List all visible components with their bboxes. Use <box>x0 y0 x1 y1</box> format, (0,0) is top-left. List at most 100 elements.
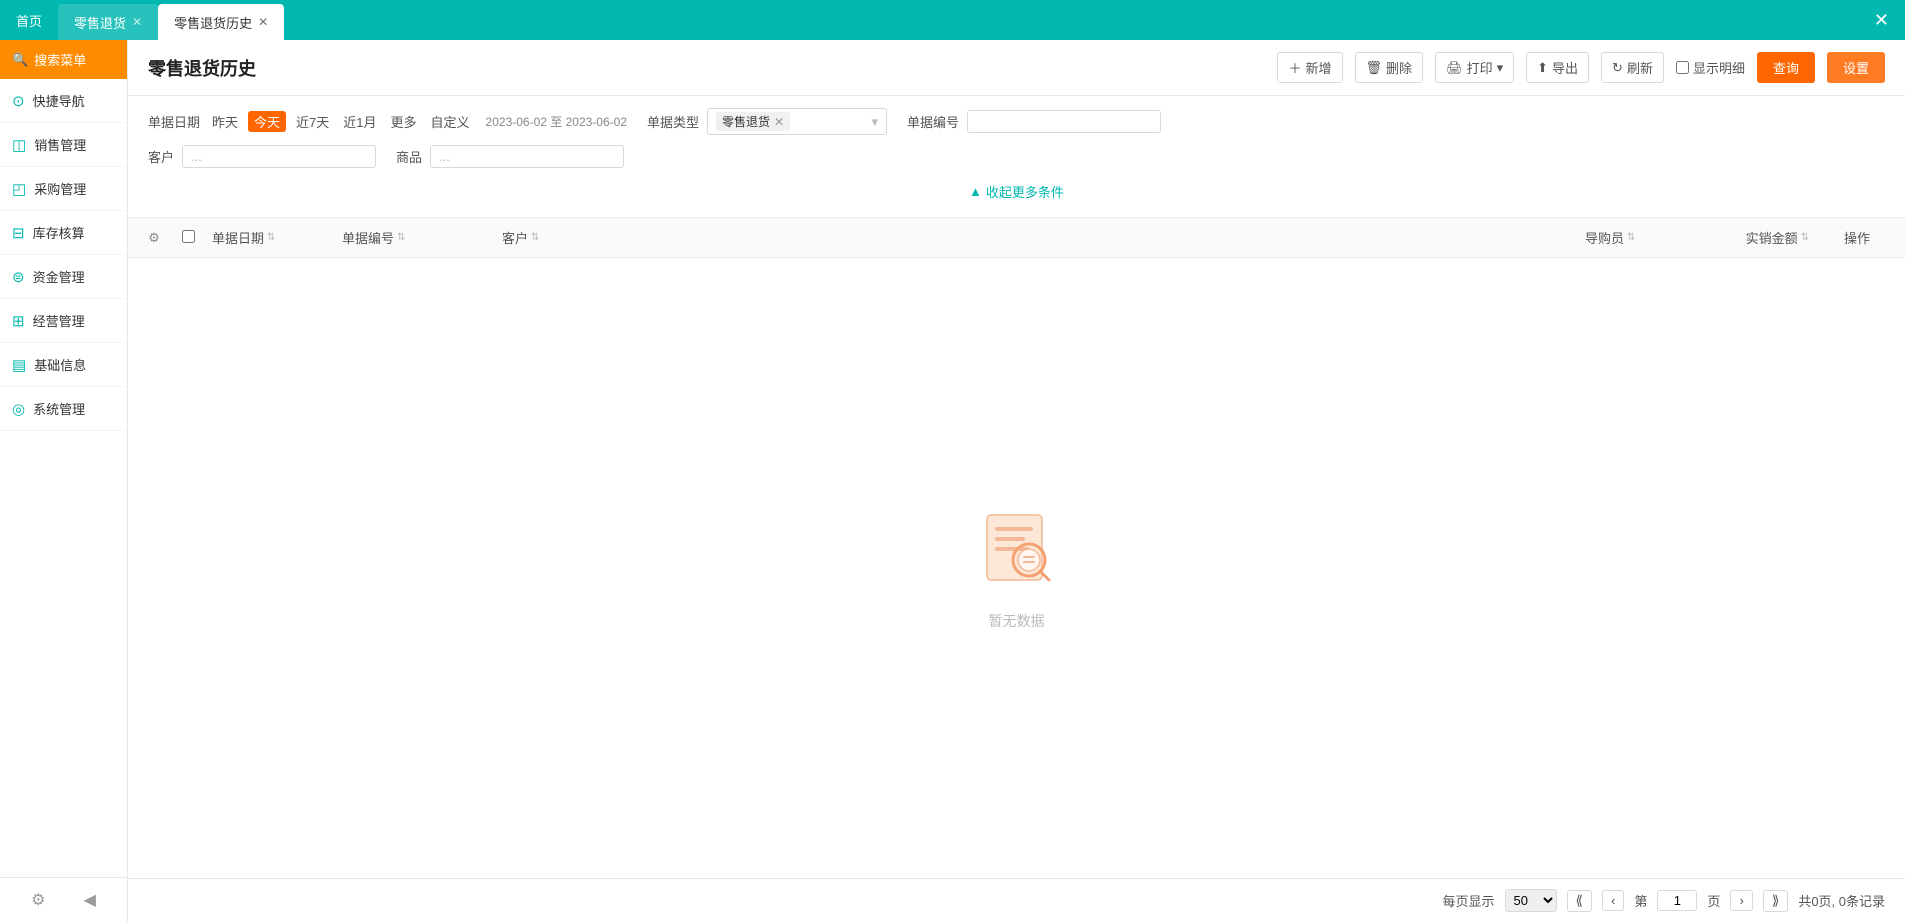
delete-icon: 🗑 <box>1366 60 1383 76</box>
print-label: 打印 <box>1467 58 1493 77</box>
display-detail-label: 显示明细 <box>1693 58 1745 77</box>
sidebar-bottom: ⚙ ◀ <box>0 877 127 922</box>
tab-retail-return-close[interactable]: ✕ <box>132 15 142 29</box>
quick-nav-icon: ⊙ <box>12 92 25 110</box>
sidebar-item-finance[interactable]: ⊜ 资金管理 <box>0 255 127 299</box>
collapse-button[interactable]: ▲ 收起更多条件 <box>969 178 1064 205</box>
export-icon: ⬆ <box>1537 60 1548 76</box>
export-button[interactable]: ⬆ 导出 <box>1526 52 1589 83</box>
sidebar-item-inventory[interactable]: ⊟ 库存核算 <box>0 211 127 255</box>
date-opt-yesterday[interactable]: 昨天 <box>208 111 242 132</box>
refresh-label: 刷新 <box>1627 58 1653 77</box>
filter-area: 单据日期 昨天 今天 近7天 近1月 更多 自定义 2023-06-02 至 2… <box>128 96 1905 218</box>
tab-home-label: 首页 <box>16 11 42 30</box>
sidebar-item-system[interactable]: ◎ 系统管理 <box>0 387 127 431</box>
date-opt-more[interactable]: 更多 <box>387 111 421 132</box>
table-settings-icon[interactable]: ⚙ <box>136 230 172 246</box>
system-icon: ◎ <box>12 400 25 418</box>
goods-label: 商品 <box>396 147 422 166</box>
prev-page-button[interactable]: ‹ <box>1602 890 1624 911</box>
tab-retail-return-history[interactable]: 零售退货历史 ✕ <box>158 4 284 40</box>
th-bill-no-label: 单据编号 <box>342 228 394 247</box>
tab-retail-return[interactable]: 零售退货 ✕ <box>58 4 158 40</box>
table-header: ⚙ 单据日期 ⇅ 单据编号 ⇅ 客户 ⇅ 导购员 ⇅ <box>128 218 1905 258</box>
th-guide-label: 导购员 <box>1585 228 1624 247</box>
refresh-button[interactable]: ↻ 刷新 <box>1601 52 1664 83</box>
date-options: 昨天 今天 近7天 近1月 更多 自定义 <box>208 111 474 132</box>
operation-icon: ⊞ <box>12 312 25 330</box>
sidebar: 🔍 搜索菜单 ⊙ 快捷导航 ◫ 销售管理 ◰ 采购管理 ⊟ 库存核算 ⊜ 资金管… <box>0 40 128 922</box>
th-bill-date[interactable]: 单据日期 ⇅ <box>204 228 334 247</box>
th-amount[interactable]: 实销金额 ⇅ <box>1697 228 1817 247</box>
new-label: 新增 <box>1306 58 1332 77</box>
th-bill-no[interactable]: 单据编号 ⇅ <box>334 228 494 247</box>
table-select-all[interactable] <box>172 230 204 246</box>
bill-no-input[interactable] <box>967 110 1161 133</box>
th-bill-date-label: 单据日期 <box>212 228 264 247</box>
sidebar-item-quick-nav[interactable]: ⊙ 快捷导航 <box>0 79 127 123</box>
sidebar-item-operation[interactable]: ⊞ 经营管理 <box>0 299 127 343</box>
date-opt-1month[interactable]: 近1月 <box>339 111 380 132</box>
sidebar-search-label: 搜索菜单 <box>34 50 86 69</box>
th-action-label: 操作 <box>1844 228 1870 247</box>
page-header: 零售退货历史 ＋ 新增 🗑 删除 🖨 打印 ▾ ⬆ 导出 <box>128 40 1905 96</box>
select-all-checkbox[interactable] <box>182 230 195 243</box>
query-button[interactable]: 查询 <box>1757 52 1815 83</box>
basic-info-icon: ▤ <box>12 356 26 374</box>
customer-input[interactable] <box>182 145 376 168</box>
setting-button[interactable]: 设置 <box>1827 52 1885 83</box>
th-amount-sort: ⇅ <box>1801 232 1809 243</box>
settings-icon[interactable]: ⚙ <box>31 890 45 910</box>
bill-no-label: 单据编号 <box>907 112 959 131</box>
pagination-bar: 每页显示 10 20 50 100 ⟪ ‹ 第 页 › ⟫ 共0页, 0条记录 <box>128 878 1905 922</box>
sidebar-item-purchase[interactable]: ◰ 采购管理 <box>0 167 127 211</box>
th-bill-date-sort: ⇅ <box>267 232 275 243</box>
tab-home[interactable]: 首页 <box>0 0 58 40</box>
first-page-button[interactable]: ⟪ <box>1567 890 1592 912</box>
th-customer[interactable]: 客户 ⇅ <box>494 228 1577 247</box>
sidebar-item-sales[interactable]: ◫ 销售管理 <box>0 123 127 167</box>
last-page-button[interactable]: ⟫ <box>1763 890 1788 912</box>
page-title: 零售退货历史 <box>148 55 256 81</box>
finance-icon: ⊜ <box>12 268 25 286</box>
filter-bill-type: 单据类型 零售退货 ✕ ▾ <box>647 108 887 135</box>
new-button[interactable]: ＋ 新增 <box>1277 52 1342 83</box>
page-number-input[interactable] <box>1657 890 1697 911</box>
bill-type-tag: 零售退货 ✕ <box>716 112 790 131</box>
display-detail-checkbox[interactable] <box>1676 61 1689 74</box>
header-actions: ＋ 新增 🗑 删除 🖨 打印 ▾ ⬆ 导出 ↻ 刷新 <box>1277 52 1885 83</box>
th-customer-label: 客户 <box>502 228 528 247</box>
date-opt-today[interactable]: 今天 <box>248 111 286 132</box>
per-page-select[interactable]: 10 20 50 100 <box>1505 889 1557 912</box>
bill-type-select[interactable]: 零售退货 ✕ ▾ <box>707 108 887 135</box>
filter-bill-no: 单据编号 <box>907 110 1161 133</box>
new-icon: ＋ <box>1288 58 1301 77</box>
filter-goods: 商品 <box>396 145 624 168</box>
bill-type-tag-close[interactable]: ✕ <box>774 115 784 129</box>
empty-text: 暂无数据 <box>989 611 1045 631</box>
next-page-button[interactable]: › <box>1730 890 1752 911</box>
filter-row-1: 单据日期 昨天 今天 近7天 近1月 更多 自定义 2023-06-02 至 2… <box>148 108 1885 135</box>
collapse-label: 收起更多条件 <box>986 182 1064 201</box>
refresh-icon: ↻ <box>1612 60 1623 76</box>
window-close-button[interactable]: ✕ <box>1858 0 1905 40</box>
delete-button[interactable]: 🗑 删除 <box>1355 52 1424 83</box>
empty-state: 暂无数据 <box>128 258 1905 878</box>
display-detail-toggle[interactable]: 显示明细 <box>1676 58 1745 77</box>
sidebar-item-basic-info[interactable]: ▤ 基础信息 <box>0 343 127 387</box>
print-button[interactable]: 🖨 打印 ▾ <box>1435 52 1514 83</box>
sidebar-item-sales-label: 销售管理 <box>34 135 86 154</box>
customer-label: 客户 <box>148 147 174 166</box>
th-bill-no-sort: ⇅ <box>397 232 405 243</box>
th-amount-label: 实销金额 <box>1746 228 1798 247</box>
sidebar-search[interactable]: 🔍 搜索菜单 <box>0 40 127 79</box>
goods-input[interactable] <box>430 145 624 168</box>
th-guide[interactable]: 导购员 ⇅ <box>1577 228 1697 247</box>
tab-retail-return-history-close[interactable]: ✕ <box>258 15 268 29</box>
date-opt-custom[interactable]: 自定义 <box>427 111 474 132</box>
date-opt-7days[interactable]: 近7天 <box>292 111 333 132</box>
bill-type-dropdown-icon: ▾ <box>871 114 878 130</box>
collapse-sidebar-icon[interactable]: ◀ <box>84 890 96 910</box>
top-tabbar: 首页 零售退货 ✕ 零售退货历史 ✕ ✕ <box>0 0 1905 40</box>
table-area: ⚙ 单据日期 ⇅ 单据编号 ⇅ 客户 ⇅ 导购员 ⇅ <box>128 218 1905 878</box>
